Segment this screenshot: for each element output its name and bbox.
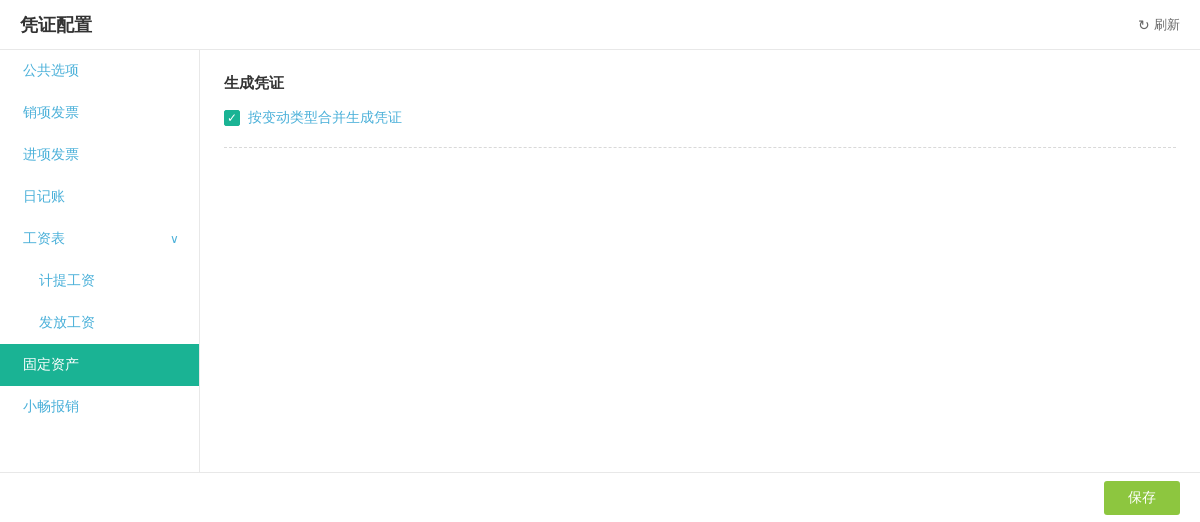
sidebar-item-purchase-invoice[interactable]: 进项发票 xyxy=(0,134,199,176)
sidebar-label-accrued-payroll: 计提工资 xyxy=(39,272,95,290)
page-header: 凭证配置 ↻ 刷新 xyxy=(0,0,1200,50)
main-content: 生成凭证 ✓ 按变动类型合并生成凭证 xyxy=(200,50,1200,472)
sidebar-label-expense-report: 小畅报销 xyxy=(23,398,79,416)
sidebar: 公共选项销项发票进项发票日记账工资表 ∨ 计提工资发放工资固定资产小畅报销 xyxy=(0,50,200,472)
sidebar-item-payroll-payout[interactable]: 发放工资 xyxy=(0,302,199,344)
check-mark-icon: ✓ xyxy=(227,112,237,124)
page-title: 凭证配置 xyxy=(20,13,92,37)
sidebar-item-public-options[interactable]: 公共选项 xyxy=(0,50,199,92)
page-wrapper: 凭证配置 ↻ 刷新 公共选项销项发票进项发票日记账工资表 ∨ 计提工资发放工资固定资… xyxy=(0,0,1200,522)
sidebar-item-sales-invoice[interactable]: 销项发票 xyxy=(0,92,199,134)
refresh-icon: ↻ xyxy=(1138,17,1150,33)
sidebar-item-expense-report[interactable]: 小畅报销 xyxy=(0,386,199,428)
sidebar-label-payroll-table: 工资表 xyxy=(23,230,65,248)
merge-voucher-label[interactable]: 按变动类型合并生成凭证 xyxy=(248,109,402,127)
save-button[interactable]: 保存 xyxy=(1104,481,1180,515)
footer-bar: 保存 xyxy=(0,472,1200,522)
sidebar-item-payroll-table[interactable]: 工资表 ∨ xyxy=(0,218,199,260)
sidebar-label-payroll-payout: 发放工资 xyxy=(39,314,95,332)
sidebar-item-journal[interactable]: 日记账 xyxy=(0,176,199,218)
sidebar-label-journal: 日记账 xyxy=(23,188,65,206)
sidebar-label-sales-invoice: 销项发票 xyxy=(23,104,79,122)
sidebar-label-public-options: 公共选项 xyxy=(23,62,79,80)
sidebar-label-purchase-invoice: 进项发票 xyxy=(23,146,79,164)
sidebar-item-accrued-payroll[interactable]: 计提工资 xyxy=(0,260,199,302)
sidebar-label-fixed-assets: 固定资产 xyxy=(23,356,79,374)
content-area: 公共选项销项发票进项发票日记账工资表 ∨ 计提工资发放工资固定资产小畅报销 生成凭证… xyxy=(0,50,1200,472)
refresh-label: 刷新 xyxy=(1154,16,1180,34)
section-title: 生成凭证 xyxy=(224,74,1176,93)
sidebar-item-fixed-assets[interactable]: 固定资产 xyxy=(0,344,199,386)
chevron-down-icon: ∨ xyxy=(170,232,179,246)
merge-voucher-checkbox[interactable]: ✓ xyxy=(224,110,240,126)
checkbox-row: ✓ 按变动类型合并生成凭证 xyxy=(224,109,1176,127)
refresh-button[interactable]: ↻ 刷新 xyxy=(1138,16,1180,34)
section-divider xyxy=(224,147,1176,148)
